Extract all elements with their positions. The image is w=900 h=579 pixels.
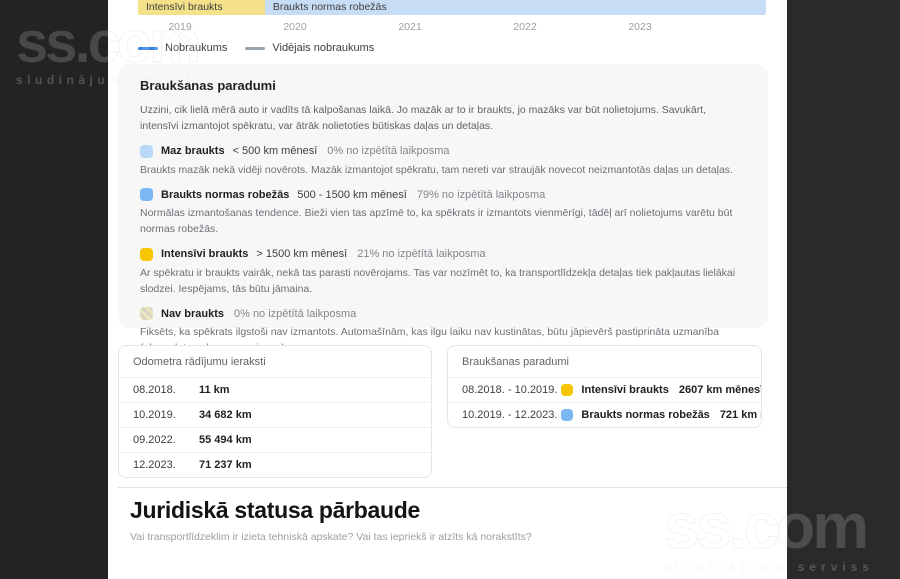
habit-item: Nav braukts 0% no izpētītā laikposma: [140, 307, 746, 321]
reading-value: 11 km: [199, 384, 230, 396]
legend-label: Vidējais nobraukums: [272, 42, 375, 54]
driving-habits-card: Braukšanas paradumi 08.2018. - 10.2019. …: [447, 345, 762, 428]
habit-share: 21% no izpētītā laikposma: [357, 248, 486, 261]
reading-date: 10.2019.: [133, 409, 176, 421]
left-page-margin: [0, 0, 108, 579]
color-swatch-intensive-use: [140, 247, 153, 261]
year-tick: 2022: [513, 21, 537, 33]
period-range: 10.2019. - 12.2023.: [462, 409, 558, 421]
color-swatch-low-use: [140, 144, 153, 158]
odometer-readings-card: Odometra rādījumu ieraksti 08.2018. 11 k…: [118, 345, 432, 478]
card-title: Odometra rādījumu ieraksti: [133, 356, 266, 368]
bar-segment-intensive: Intensīvi braukts: [138, 0, 265, 15]
habit-label: Intensīvi braukts: [581, 384, 669, 396]
habit-item: Braukts normas robežās 500 - 1500 km mēn…: [140, 188, 746, 202]
color-swatch-intensive-use: [561, 384, 574, 396]
section-divider: [118, 487, 787, 488]
year-tick: 2021: [398, 21, 422, 33]
habit-item: Intensīvi braukts > 1500 km mēnesī 21% n…: [140, 247, 746, 261]
habit-label: Intensīvi braukts: [161, 248, 249, 261]
summary-cards: Odometra rādījumu ieraksti 08.2018. 11 k…: [118, 345, 762, 478]
year-axis: 2019 2020 2021 2022 2023: [138, 21, 766, 34]
habit-label: Nav braukts: [161, 307, 224, 320]
habit-range: > 1500 km mēnesī: [256, 248, 348, 261]
chart-legend: Nobraukums Vidējais nobraukums: [138, 42, 374, 54]
habit-item: Maz braukts < 500 km mēnesī 0% no izpētī…: [140, 144, 746, 158]
habit-share: 0% no izpētītā laikposma: [233, 307, 357, 320]
year-tick: 2019: [168, 21, 192, 33]
habit-rate: 721 km mēnesī: [719, 409, 761, 421]
card-title: Braukšanas paradumi: [462, 356, 570, 368]
table-row: 12.2023. 71 237 km: [119, 452, 431, 477]
period-range: 08.2018. - 10.2019.: [462, 384, 558, 396]
habit-share: 79% no izpētītā laikposma: [416, 188, 546, 201]
color-swatch-no-use: [140, 307, 153, 321]
reading-value: 34 682 km: [199, 409, 252, 421]
habit-description: Ar spēkratu ir braukts vairāk, nekā tas …: [140, 266, 736, 295]
legal-status-subtitle: Vai transportlīdzeklim ir izieta tehnisk…: [130, 531, 532, 543]
reading-date: 09.2022.: [133, 434, 176, 446]
mileage-line-icon: [138, 46, 158, 50]
legend-item-average-mileage: Vidējais nobraukums: [245, 42, 374, 54]
habit-description: Braukts mazāk nekā vidēji novērots. Mazā…: [140, 163, 733, 176]
habit-share: 0% no izpētītā laikposma: [327, 145, 450, 158]
reading-value: 71 237 km: [199, 459, 252, 471]
reading-date: 08.2018.: [133, 384, 176, 396]
vehicle-history-page: ss.com sludinājumu serviss ss.com sludin…: [0, 0, 900, 579]
habit-label: Braukts normas robežās: [161, 188, 290, 201]
table-row: 08.2018. 11 km: [119, 377, 431, 402]
table-row: 09.2022. 55 494 km: [119, 427, 431, 452]
legend-label: Nobraukums: [165, 42, 228, 54]
average-line-icon: [245, 46, 266, 50]
driving-habits-panel: Braukšanas paradumi Uzzini, cik lielā mē…: [118, 64, 768, 354]
table-row: 10.2019. 34 682 km: [119, 402, 431, 427]
habit-rate: 2607 km mēnesī: [678, 384, 762, 396]
report-content: Intensīvi braukts Braukts normas robežās…: [108, 0, 787, 579]
legend-item-mileage: Nobraukums: [138, 42, 227, 54]
right-page-margin: [787, 0, 900, 579]
section-intro: Uzzini, cik lielā mērā auto ir vadīts tā…: [140, 104, 707, 133]
year-tick: 2020: [283, 21, 307, 33]
bar-segment-normal: Braukts normas robežās: [264, 0, 766, 15]
habit-label: Braukts normas robežās: [581, 409, 710, 421]
section-title: Braukšanas paradumi: [140, 78, 276, 93]
habit-range: < 500 km mēnesī: [232, 145, 318, 158]
usage-timeline-bar: Intensīvi braukts Braukts normas robežās: [138, 0, 766, 15]
habit-description: Normālas izmantošanas tendence. Bieži vi…: [140, 207, 733, 236]
table-row: 08.2018. - 10.2019. Intensīvi braukts 26…: [448, 377, 761, 402]
year-tick: 2023: [628, 21, 652, 33]
legal-status-title: Juridiskā statusa pārbaude: [130, 497, 421, 523]
table-row: 10.2019. - 12.2023. Braukts normas robež…: [448, 402, 761, 427]
reading-value: 55 494 km: [199, 434, 252, 446]
habit-range: 500 - 1500 km mēnesī: [297, 188, 407, 201]
color-swatch-normal-use: [561, 409, 574, 421]
reading-date: 12.2023.: [133, 459, 176, 471]
habit-label: Maz braukts: [161, 145, 225, 158]
color-swatch-normal-use: [140, 188, 153, 202]
